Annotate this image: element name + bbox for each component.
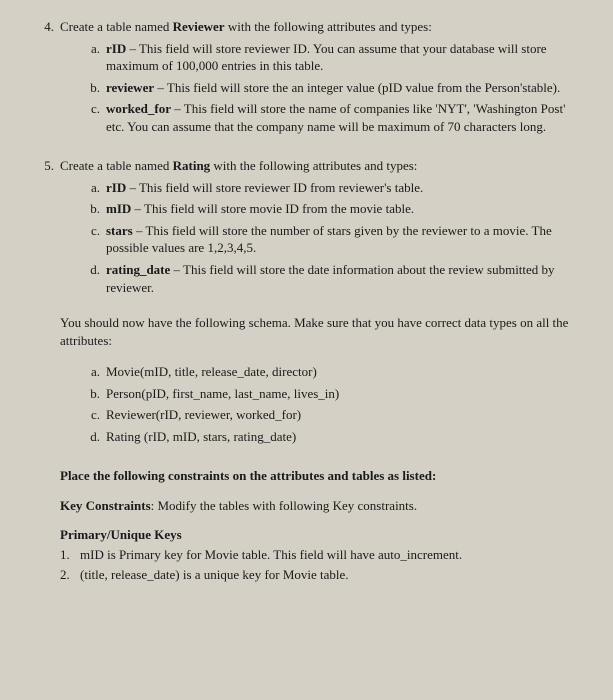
field-desc: – This field will store the number of st… <box>106 223 552 256</box>
q4-intro: Create a table named Reviewer with the f… <box>60 18 583 36</box>
schema-text: Person(pID, first_name, last_name, lives… <box>106 385 583 403</box>
q5-intro-pre: Create a table named <box>60 158 173 173</box>
item-marker: 1. <box>60 546 80 564</box>
q5-intro: Create a table named Rating with the fol… <box>60 157 583 175</box>
field-name: rID <box>106 41 126 56</box>
schema-text: Movie(mID, title, release_date, director… <box>106 363 583 381</box>
schema-list: a. Movie(mID, title, release_date, direc… <box>86 363 583 445</box>
field-desc: – This field will store reviewer ID. You… <box>106 41 547 74</box>
item-marker: b. <box>86 200 106 218</box>
field-name: worked_for <box>106 101 171 116</box>
list-item: c. stars – This field will store the num… <box>86 222 583 257</box>
list-item: b. mID – This field will store movie ID … <box>86 200 583 218</box>
schema-text: Rating (rID, mID, stars, rating_date) <box>106 428 583 446</box>
list-item: 2. (title, release_date) is a unique key… <box>60 566 583 584</box>
item-content: stars – This field will store the number… <box>106 222 583 257</box>
q5-marker: 5. <box>38 157 60 175</box>
list-item: b. reviewer – This field will store the … <box>86 79 583 97</box>
q4-marker: 4. <box>38 18 60 36</box>
q5-intro-post: with the following attributes and types: <box>210 158 417 173</box>
item-marker: c. <box>86 406 106 424</box>
item-marker: d. <box>86 261 106 296</box>
q4-sublist: a. rID – This field will store reviewer … <box>86 40 583 136</box>
item-content: mID – This field will store movie ID fro… <box>106 200 583 218</box>
item-marker: b. <box>86 79 106 97</box>
constraints-block: Place the following constraints on the a… <box>60 467 583 583</box>
item-content: worked_for – This field will store the n… <box>106 100 583 135</box>
list-item: d. Rating (rID, mID, stars, rating_date) <box>86 428 583 446</box>
field-desc: – This field will store reviewer ID from… <box>126 180 423 195</box>
field-name: reviewer <box>106 80 154 95</box>
q4-intro-post: with the following attributes and types: <box>225 19 432 34</box>
key-constraints-label: Key Constraints <box>60 498 151 513</box>
item-marker: c. <box>86 100 106 135</box>
list-item: a. Movie(mID, title, release_date, direc… <box>86 363 583 381</box>
key-text: mID is Primary key for Movie table. This… <box>80 546 462 564</box>
field-name: stars <box>106 223 133 238</box>
field-desc: – This field will store the name of comp… <box>106 101 565 134</box>
primary-unique-keys-header: Primary/Unique Keys <box>60 526 583 544</box>
field-name: rID <box>106 180 126 195</box>
list-item: b. Person(pID, first_name, last_name, li… <box>86 385 583 403</box>
list-item: c. worked_for – This field will store th… <box>86 100 583 135</box>
q5-sublist: a. rID – This field will store reviewer … <box>86 179 583 296</box>
key-text: (title, release_date) is a unique key fo… <box>80 566 349 584</box>
item-content: rID – This field will store reviewer ID … <box>106 179 583 197</box>
item-content: rating_date – This field will store the … <box>106 261 583 296</box>
item-content: rID – This field will store reviewer ID.… <box>106 40 583 75</box>
field-desc: – This field will store the date informa… <box>106 262 555 295</box>
item-marker: a. <box>86 179 106 197</box>
item-marker: a. <box>86 40 106 75</box>
field-desc: – This field will store movie ID from th… <box>131 201 414 216</box>
item-marker: d. <box>86 428 106 446</box>
field-desc: – This field will store the an integer v… <box>154 80 560 95</box>
field-name: rating_date <box>106 262 170 277</box>
list-item: a. rID – This field will store reviewer … <box>86 40 583 75</box>
item-content: reviewer – This field will store the an … <box>106 79 583 97</box>
constraints-line2: Key Constraints: Modify the tables with … <box>60 497 583 515</box>
item-marker: a. <box>86 363 106 381</box>
list-item: a. rID – This field will store reviewer … <box>86 179 583 197</box>
list-item: d. rating_date – This field will store t… <box>86 261 583 296</box>
q4-intro-bold: Reviewer <box>173 19 225 34</box>
q4-intro-pre: Create a table named <box>60 19 173 34</box>
question-5: 5. Create a table named Rating with the … <box>38 157 583 175</box>
item-marker: 2. <box>60 566 80 584</box>
item-marker: c. <box>86 222 106 257</box>
q5-intro-bold: Rating <box>173 158 211 173</box>
schema-intro: You should now have the following schema… <box>60 314 583 349</box>
schema-text: Reviewer(rID, reviewer, worked_for) <box>106 406 583 424</box>
list-item: 1. mID is Primary key for Movie table. T… <box>60 546 583 564</box>
list-item: c. Reviewer(rID, reviewer, worked_for) <box>86 406 583 424</box>
question-4: 4. Create a table named Reviewer with th… <box>38 18 583 36</box>
item-marker: b. <box>86 385 106 403</box>
constraints-line1: Place the following constraints on the a… <box>60 467 583 485</box>
field-name: mID <box>106 201 131 216</box>
key-constraints-rest: : Modify the tables with following Key c… <box>151 498 417 513</box>
